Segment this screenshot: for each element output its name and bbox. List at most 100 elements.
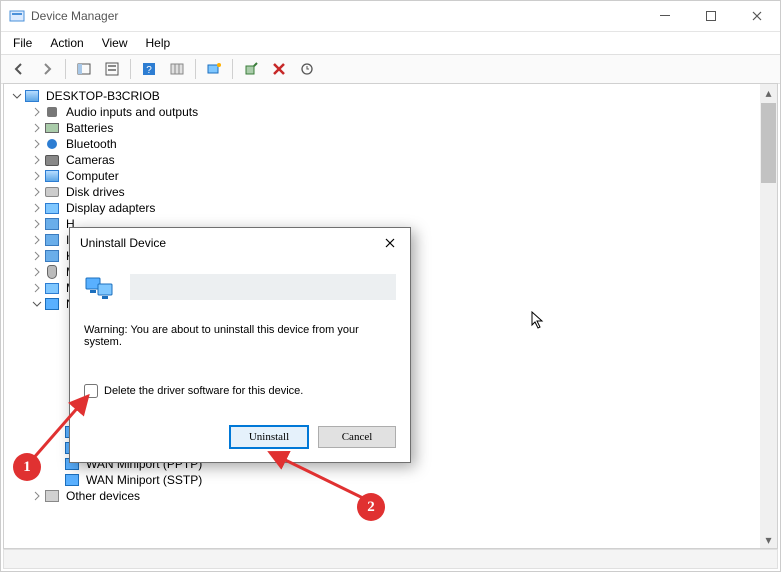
chevron-right-icon[interactable] [30,107,44,117]
properties-icon [104,61,120,77]
toolbar-separator [65,59,66,79]
scan-icon [206,61,222,77]
chevron-right-icon[interactable] [30,219,44,229]
device-icon [44,280,60,296]
help-icon: ? [141,61,157,77]
chevron-right-icon[interactable] [30,187,44,197]
dialog-close-button[interactable] [376,229,404,257]
toolbar-forward-button[interactable] [35,57,59,81]
tree-root[interactable]: DESKTOP-B3CRIOB [6,88,775,104]
dialog-device-name [130,274,396,300]
grid-icon [169,61,185,77]
close-icon [385,238,395,248]
toolbar-properties-button[interactable] [100,57,124,81]
arrow-left-icon [11,61,27,77]
panel-icon [76,61,92,77]
tree-category-label: Audio inputs and outputs [64,104,200,120]
delete-driver-checkbox-label: Delete the driver software for this devi… [104,385,303,397]
device-icon [44,264,60,280]
chevron-right-icon[interactable] [30,171,44,181]
toolbar-show-hide-button[interactable] [72,57,96,81]
arrow-right-icon [39,61,55,77]
status-bar [3,549,778,569]
update-icon [299,61,315,77]
enable-icon [243,61,259,77]
chevron-right-icon[interactable] [30,139,44,149]
tree-category-label: Cameras [64,152,117,168]
menu-action[interactable]: Action [42,34,91,52]
uninstall-button[interactable]: Uninstall [230,426,308,448]
toolbar-separator [130,59,131,79]
tree-category-label: Disk drives [64,184,127,200]
menu-file[interactable]: File [5,34,40,52]
dialog-warning-text: Warning: You are about to uninstall this… [84,324,396,348]
tree-category[interactable]: Disk drives [6,184,775,200]
chevron-right-icon[interactable] [30,283,44,293]
tree-category[interactable]: Audio inputs and outputs [6,104,775,120]
menu-help[interactable]: Help [138,34,179,52]
computer-icon [24,88,40,104]
delete-driver-checkbox-row[interactable]: Delete the driver software for this devi… [84,384,396,398]
device-icon [44,184,60,200]
window-titlebar: Device Manager [1,1,780,32]
chevron-right-icon[interactable] [30,491,44,501]
chevron-right-icon[interactable] [30,251,44,261]
device-icon [44,488,60,504]
delete-driver-checkbox[interactable] [84,384,98,398]
maximize-icon [706,11,716,21]
chevron-down-icon[interactable] [30,299,44,309]
chevron-right-icon[interactable] [30,267,44,277]
menubar: File Action View Help [1,32,780,54]
chevron-down-icon[interactable] [10,91,24,101]
cancel-button[interactable]: Cancel [318,426,396,448]
tree-category[interactable]: Other devices [6,488,775,504]
scrollbar-track[interactable] [760,101,777,531]
tree-category[interactable]: Cameras [6,152,775,168]
vertical-scrollbar[interactable]: ▴ ▾ [760,84,777,548]
tree-category[interactable]: Display adapters [6,200,775,216]
uninstall-x-icon [271,61,287,77]
tree-category[interactable]: Computer [6,168,775,184]
window-minimize-button[interactable] [642,1,688,31]
close-icon [752,11,762,21]
window-title: Device Manager [31,9,118,23]
device-icon [44,248,60,264]
toolbar-scan-button[interactable] [202,57,226,81]
menu-view[interactable]: View [94,34,136,52]
toolbar-action-button[interactable] [165,57,189,81]
dialog-titlebar[interactable]: Uninstall Device [70,228,410,258]
tree-device-label: WAN Miniport (SSTP) [84,472,204,488]
device-icon [44,152,60,168]
device-icon [44,200,60,216]
minimize-icon [660,11,670,21]
tree-category-label: Computer [64,168,121,184]
dialog-title: Uninstall Device [80,236,376,250]
chevron-right-icon[interactable] [30,123,44,133]
toolbar-uninstall-button[interactable] [267,57,291,81]
tree-category-label: Bluetooth [64,136,119,152]
toolbar-enable-button[interactable] [239,57,263,81]
device-icon [44,232,60,248]
chevron-right-icon[interactable] [30,155,44,165]
scrollbar-thumb[interactable] [761,103,776,183]
device-icon [44,104,60,120]
window-maximize-button[interactable] [688,1,734,31]
toolbar-help-button[interactable]: ? [137,57,161,81]
tree-category[interactable]: Bluetooth [6,136,775,152]
tree-category-label: Other devices [64,488,142,504]
toolbar-update-button[interactable] [295,57,319,81]
tree-category[interactable]: Batteries [6,120,775,136]
app-icon [9,8,25,24]
toolbar-back-button[interactable] [7,57,31,81]
window-close-button[interactable] [734,1,780,31]
device-icon [44,296,60,312]
scroll-down-icon[interactable]: ▾ [760,531,777,548]
device-icon [44,168,60,184]
tree-device[interactable]: WAN Miniport (SSTP) [6,472,775,488]
dialog-device-row [84,264,396,310]
chevron-right-icon[interactable] [30,235,44,245]
network-adapter-icon [64,472,80,488]
scroll-up-icon[interactable]: ▴ [760,84,777,101]
chevron-right-icon[interactable] [30,203,44,213]
uninstall-device-dialog: Uninstall Device Warning: You are about … [69,227,411,463]
